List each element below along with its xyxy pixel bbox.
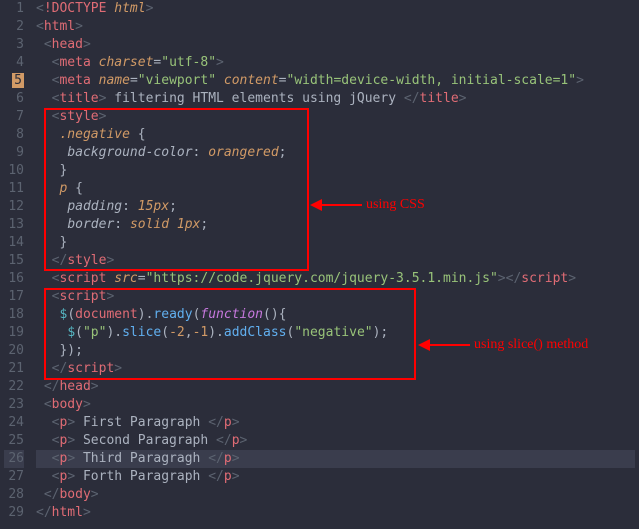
line-number: 27	[4, 468, 24, 486]
annotation-label: using CSS	[366, 196, 425, 214]
code-line: </head>	[36, 378, 635, 396]
arrow-line	[430, 344, 470, 346]
annotation-arrow-slice: using slice() method	[418, 336, 588, 354]
code-line: $(document).ready(function(){	[36, 306, 635, 324]
code-line: <meta charset="utf-8">	[36, 54, 635, 72]
line-number: 5	[4, 72, 24, 90]
line-number: 28	[4, 486, 24, 504]
line-number: 26	[4, 450, 24, 468]
line-number: 18	[4, 306, 24, 324]
line-number: 15	[4, 252, 24, 270]
line-number: 19	[4, 324, 24, 342]
line-number: 1	[4, 0, 24, 18]
line-number: 14	[4, 234, 24, 252]
line-number: 21	[4, 360, 24, 378]
code-line: .negative {	[36, 126, 635, 144]
code-editor: 1234567891011121314151617181920212223242…	[0, 0, 639, 529]
code-line: <body>	[36, 396, 635, 414]
line-number: 11	[4, 180, 24, 198]
code-line: }	[36, 162, 635, 180]
annotation-arrow-css: using CSS	[310, 196, 425, 214]
line-number: 10	[4, 162, 24, 180]
line-number: 16	[4, 270, 24, 288]
code-line: </html>	[36, 504, 635, 522]
line-number: 29	[4, 504, 24, 522]
line-number: 17	[4, 288, 24, 306]
line-number: 12	[4, 198, 24, 216]
line-number: 20	[4, 342, 24, 360]
code-line: </style>	[36, 252, 635, 270]
arrow-head-icon	[310, 199, 322, 211]
line-number: 2	[4, 18, 24, 36]
line-number: 23	[4, 396, 24, 414]
code-line: </body>	[36, 486, 635, 504]
line-number: 13	[4, 216, 24, 234]
line-number: 7	[4, 108, 24, 126]
code-line: <p> First Paragraph </p>	[36, 414, 635, 432]
code-line: <title> filtering HTML elements using jQ…	[36, 90, 635, 108]
arrow-line	[322, 204, 362, 206]
line-number: 22	[4, 378, 24, 396]
code-area[interactable]: <!DOCTYPE html> <html> <head> <meta char…	[32, 0, 639, 529]
line-number: 4	[4, 54, 24, 72]
line-number-gutter: 1234567891011121314151617181920212223242…	[0, 0, 32, 529]
code-line: <p> Third Paragragh </p>	[36, 450, 635, 468]
code-line: <html>	[36, 18, 635, 36]
code-line: <p> Forth Paragraph </p>	[36, 468, 635, 486]
line-number: 24	[4, 414, 24, 432]
code-line: background-color: orangered;	[36, 144, 635, 162]
code-line: <meta name="viewport" content="width=dev…	[36, 72, 635, 90]
code-line: <style>	[36, 108, 635, 126]
code-line: <head>	[36, 36, 635, 54]
line-number: 8	[4, 126, 24, 144]
line-number: 3	[4, 36, 24, 54]
code-line: }	[36, 234, 635, 252]
arrow-head-icon	[418, 339, 430, 351]
line-number: 25	[4, 432, 24, 450]
code-line: <!DOCTYPE html>	[36, 0, 635, 18]
line-number: 9	[4, 144, 24, 162]
code-line: <p> Second Paragraph </p>	[36, 432, 635, 450]
code-line: <script>	[36, 288, 635, 306]
line-number: 6	[4, 90, 24, 108]
code-line: border: solid 1px;	[36, 216, 635, 234]
code-line: <script src="https://code.jquery.com/jqu…	[36, 270, 635, 288]
code-line: </script>	[36, 360, 635, 378]
annotation-label: using slice() method	[474, 336, 588, 354]
